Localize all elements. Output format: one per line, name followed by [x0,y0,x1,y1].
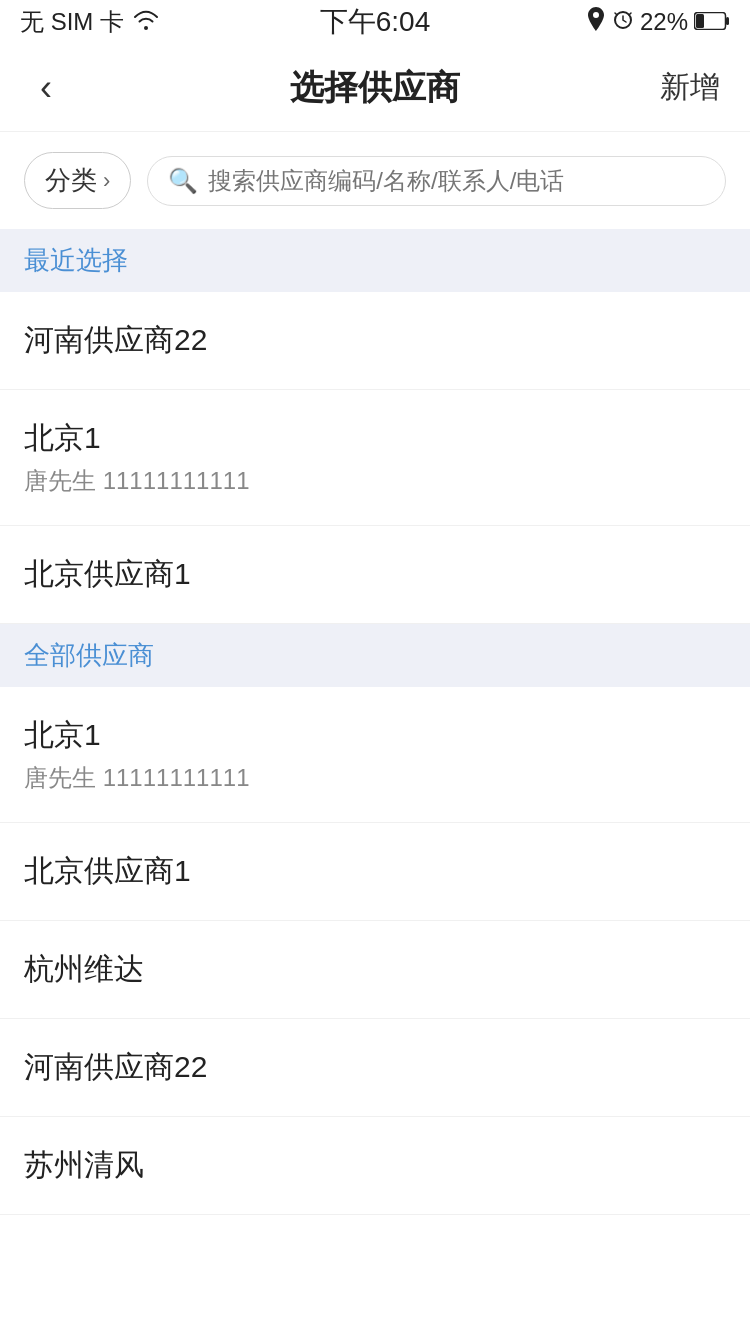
item-detail: 唐先生 11111111111 [24,762,726,794]
battery-icon [694,8,730,36]
recent-section-label: 最近选择 [24,245,128,275]
status-right: 22% [586,7,730,37]
page-title: 选择供应商 [290,65,460,111]
chevron-right-icon: › [103,168,110,194]
item-name: 杭州维达 [24,949,726,990]
all-list-item[interactable]: 北京供应商1 [0,823,750,921]
filter-bar: 分类 › 🔍 [0,132,750,229]
all-list: 北京1 唐先生 11111111111 北京供应商1 杭州维达 河南供应商22 … [0,687,750,1215]
recent-list-item[interactable]: 北京1 唐先生 11111111111 [0,390,750,526]
svg-rect-2 [726,17,729,25]
recent-list-item[interactable]: 北京供应商1 [0,526,750,624]
search-input[interactable] [208,167,705,195]
item-name: 河南供应商22 [24,320,726,361]
search-icon: 🔍 [168,167,198,195]
location-icon [586,7,606,37]
carrier-text: 无 SIM 卡 [20,6,124,38]
search-box[interactable]: 🔍 [147,156,726,206]
all-list-item[interactable]: 北京1 唐先生 11111111111 [0,687,750,823]
category-label: 分类 [45,163,97,198]
add-button[interactable]: 新增 [660,67,720,108]
item-detail: 唐先生 11111111111 [24,465,726,497]
category-filter-button[interactable]: 分类 › [24,152,131,209]
nav-bar: ‹ 选择供应商 新增 [0,44,750,132]
recent-section-header: 最近选择 [0,229,750,292]
status-bar: 无 SIM 卡 下午6:04 22% [0,0,750,44]
svg-rect-3 [696,14,704,28]
all-list-item[interactable]: 苏州清风 [0,1117,750,1215]
all-section-label: 全部供应商 [24,640,154,670]
item-name: 河南供应商22 [24,1047,726,1088]
recent-list: 河南供应商22 北京1 唐先生 11111111111 北京供应商1 [0,292,750,624]
status-time: 下午6:04 [320,3,431,41]
all-section-header: 全部供应商 [0,624,750,687]
back-button[interactable]: ‹ [30,57,62,119]
wifi-icon [132,8,160,36]
status-left: 无 SIM 卡 [20,6,160,38]
item-name: 北京供应商1 [24,554,726,595]
all-list-item[interactable]: 杭州维达 [0,921,750,1019]
recent-list-item[interactable]: 河南供应商22 [0,292,750,390]
item-name: 苏州清风 [24,1145,726,1186]
all-list-item[interactable]: 河南供应商22 [0,1019,750,1117]
alarm-icon [612,8,634,36]
item-name: 北京1 [24,715,726,756]
battery-text: 22% [640,8,688,36]
item-name: 北京1 [24,418,726,459]
item-name: 北京供应商1 [24,851,726,892]
